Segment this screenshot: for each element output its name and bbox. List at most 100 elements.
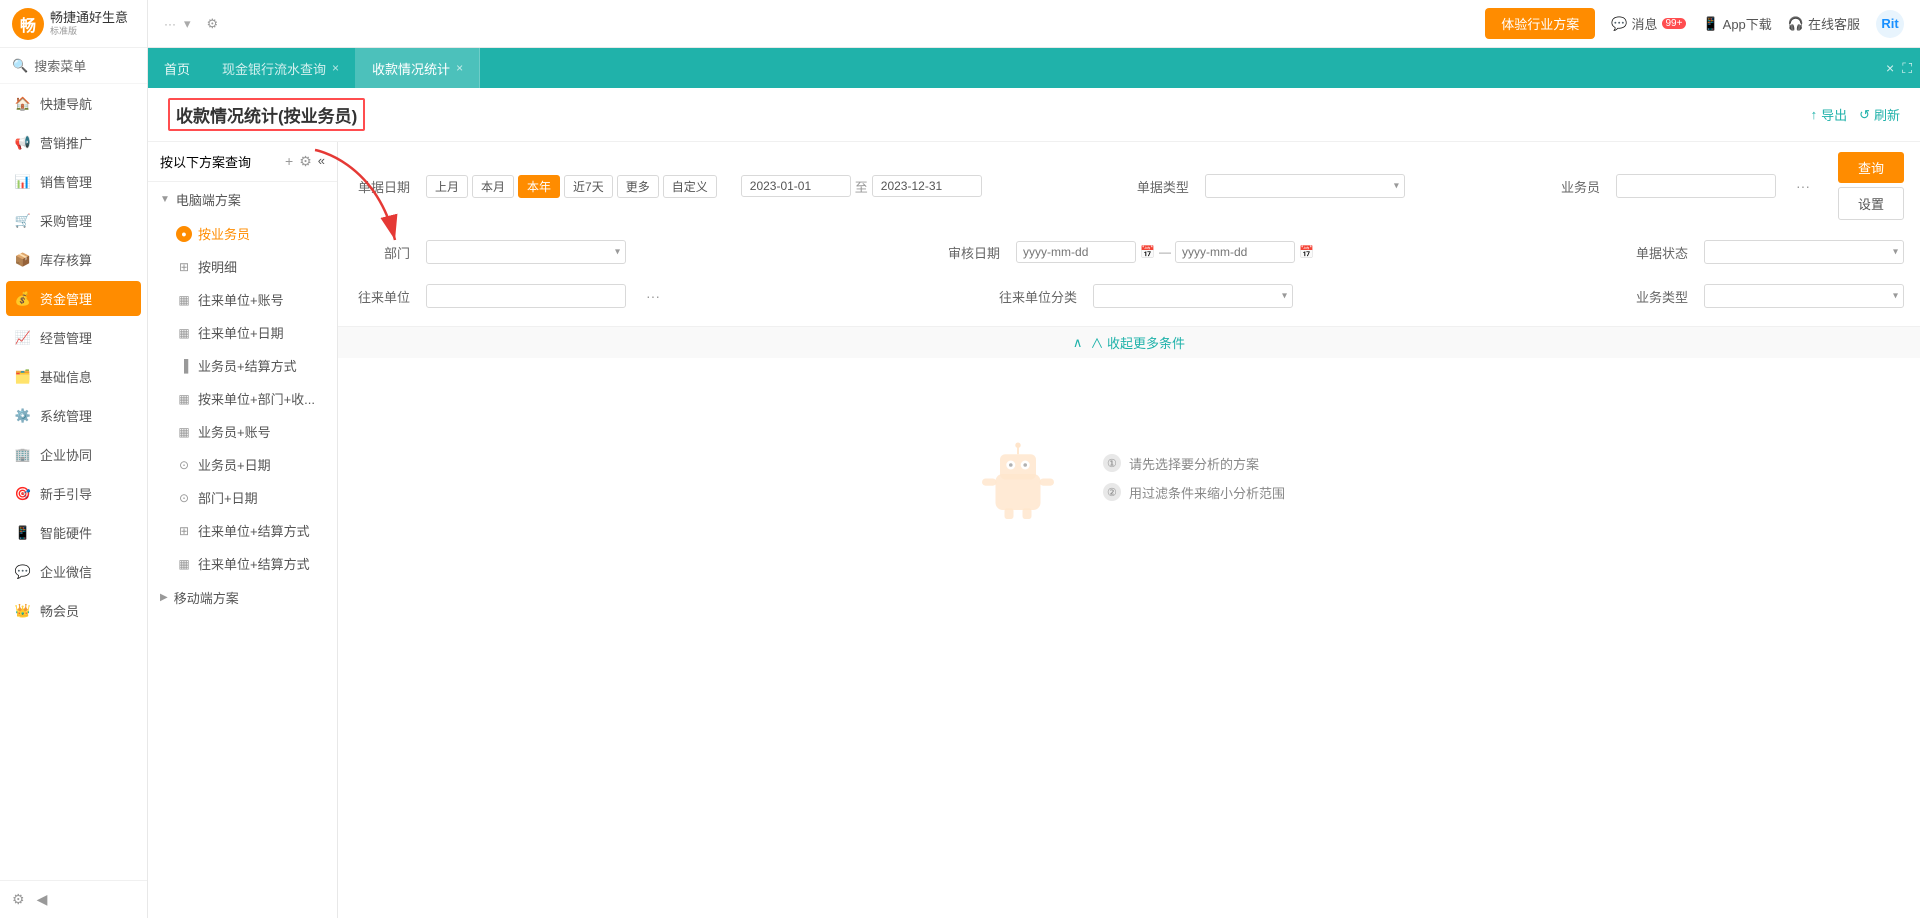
item-icon-supplier-dept: ▦: [176, 391, 192, 407]
page-actions: ↑ 导出 ↺ 刷新: [1811, 105, 1900, 124]
date-to-input[interactable]: [872, 175, 982, 197]
item-icon-salesperson-date: ⊙: [176, 457, 192, 473]
last-7-days-btn[interactable]: 近7天: [564, 175, 613, 198]
panel-title: 按以下方案查询: [160, 152, 251, 171]
sidebar-item-purchase[interactable]: 🛒 采购管理: [0, 201, 147, 240]
business-type-wrapper: [1704, 284, 1904, 308]
add-scheme-btn[interactable]: +: [285, 153, 293, 170]
sidebar-item-wechat[interactable]: 💬 企业微信: [0, 552, 147, 591]
this-year-btn[interactable]: 本年: [518, 175, 560, 198]
scheme-item-supplier-settlement2[interactable]: ▦ 往来单位+结算方式: [148, 547, 337, 580]
collapse-bar[interactable]: ∧ ∧ 收起更多条件: [338, 326, 1920, 358]
counterpart-category-select[interactable]: [1093, 284, 1293, 308]
nav-icon: ⚙️: [14, 407, 32, 425]
settings-icon[interactable]: ⚙: [12, 891, 25, 908]
scheme-item-supplier-date[interactable]: ▦ 往来单位+日期: [148, 316, 337, 349]
topbar-right: 体验行业方案 💬 消息 99+ 📱 App下载 🎧 在线客服 Rit: [1485, 8, 1904, 39]
panel-collapse-btn[interactable]: «: [318, 153, 325, 170]
scheme-item-by-detail[interactable]: ⊞ 按明细: [148, 250, 337, 283]
tab-close-bank[interactable]: ×: [332, 61, 339, 75]
sidebar-item-operation[interactable]: 📈 经营管理: [0, 318, 147, 357]
message-action[interactable]: 💬 消息 99+: [1611, 14, 1686, 33]
sidebar-item-member[interactable]: 👑 畅会员: [0, 591, 147, 630]
sidebar-item-inventory[interactable]: 📦 库存核算: [0, 240, 147, 279]
sidebar-item-guide[interactable]: 🎯 新手引导: [0, 474, 147, 513]
calendar-to-icon[interactable]: 📅: [1299, 245, 1314, 259]
nav-icon: 📈: [14, 329, 32, 347]
salesperson-more-btn[interactable]: ···: [1796, 178, 1810, 194]
mobile-group-header[interactable]: ▶ 移动端方案: [148, 580, 337, 615]
doc-status-select[interactable]: [1704, 240, 1904, 264]
counterpart-more-btn[interactable]: ···: [646, 288, 660, 304]
business-type-label: 业务类型: [1632, 287, 1688, 306]
query-btn[interactable]: 查询: [1838, 152, 1904, 183]
scheme-item-by-salesperson[interactable]: ● 按业务员: [148, 217, 337, 250]
scheme-item-by-supplier-dept[interactable]: ▦ 按来单位+部门+收...: [148, 382, 337, 415]
sidebar-search[interactable]: 🔍 搜索菜单: [0, 48, 147, 84]
sidebar-item-sales[interactable]: 📊 销售管理: [0, 162, 147, 201]
app-download-action[interactable]: 📱 App下载: [1702, 14, 1771, 33]
sidebar-item-marketing[interactable]: 📢 营销推广: [0, 123, 147, 162]
scheme-item-supplier-settlement1[interactable]: ⊞ 往来单位+结算方式: [148, 514, 337, 547]
filter-section: 单据日期 上月 本月 本年 近7天 更多 自定义 至: [338, 142, 1920, 358]
online-service-action[interactable]: 🎧 在线客服: [1788, 14, 1860, 33]
refresh-btn[interactable]: ↺ 刷新: [1859, 105, 1900, 124]
topbar-dropdown-icon[interactable]: ▾: [184, 16, 191, 32]
pc-scheme-group: ▼ 电脑端方案 ● 按业务员 ⊞ 按明细 ▦ 往来单位+账号 ▦ 往来单位: [148, 182, 337, 580]
scheme-settings-btn[interactable]: ⚙: [299, 153, 312, 170]
item-icon-supplier-date: ▦: [176, 325, 192, 341]
collapse-sidebar-icon[interactable]: ◀: [37, 891, 48, 908]
pc-group-header[interactable]: ▼ 电脑端方案: [148, 182, 337, 217]
dept-select-wrapper: [426, 240, 626, 264]
right-panel: 单据日期 上月 本月 本年 近7天 更多 自定义 至: [338, 142, 1920, 918]
doc-status-select-wrapper: [1704, 240, 1904, 264]
sidebar-item-hardware[interactable]: 📱 智能硬件: [0, 513, 147, 552]
sidebar-item-basic[interactable]: 🗂️ 基础信息: [0, 357, 147, 396]
nav-icon: 📊: [14, 173, 32, 191]
scheme-item-supplier-account[interactable]: ▦ 往来单位+账号: [148, 283, 337, 316]
mobile-scheme-group: ▶ 移动端方案: [148, 580, 337, 615]
tab-maximize-icon[interactable]: ⛶: [1902, 60, 1912, 77]
topbar-settings-icon[interactable]: ⚙: [207, 16, 219, 32]
filter-settings-btn[interactable]: 设置: [1838, 187, 1904, 220]
counterpart-input[interactable]: [426, 284, 626, 308]
sidebar-item-quick-nav[interactable]: 🏠 快捷导航: [0, 84, 147, 123]
tab-collection[interactable]: 收款情况统计 ×: [356, 48, 480, 88]
item-icon-dept-date: ⊙: [176, 490, 192, 506]
pc-group-arrow: ▼: [160, 194, 170, 205]
sidebar-item-enterprise[interactable]: 🏢 企业协同: [0, 435, 147, 474]
nav-icon: 🗂️: [14, 368, 32, 386]
dept-select[interactable]: [426, 240, 626, 264]
this-month-btn[interactable]: 本月: [472, 175, 514, 198]
scheme-item-salesperson-settlement[interactable]: ▐ 业务员+结算方式: [148, 349, 337, 382]
tab-close-collection[interactable]: ×: [456, 61, 463, 75]
salesperson-input[interactable]: [1616, 174, 1776, 198]
trial-btn[interactable]: 体验行业方案: [1485, 8, 1595, 39]
last-month-btn[interactable]: 上月: [426, 175, 468, 198]
scheme-item-salesperson-account[interactable]: ▦ 业务员+账号: [148, 415, 337, 448]
nav-icon: 📢: [14, 134, 32, 152]
scheme-item-salesperson-date[interactable]: ⊙ 业务员+日期: [148, 448, 337, 481]
review-date-from[interactable]: [1016, 241, 1136, 263]
business-type-select[interactable]: [1704, 284, 1904, 308]
custom-btn[interactable]: 自定义: [663, 175, 717, 198]
tab-close-all-icon[interactable]: ×: [1886, 60, 1894, 76]
doc-type-select[interactable]: [1205, 174, 1405, 198]
scheme-item-dept-date[interactable]: ⊙ 部门+日期: [148, 481, 337, 514]
sidebar-item-finance[interactable]: 💰 资金管理: [6, 281, 141, 316]
calendar-from-icon[interactable]: 📅: [1140, 245, 1155, 259]
tab-bank[interactable]: 现金银行流水查询 ×: [206, 48, 356, 88]
content-area: 按以下方案查询 + ⚙ « ▼ 电脑端方案 ● 按业务员 ⊞: [148, 142, 1920, 918]
message-icon: 💬: [1611, 16, 1627, 32]
review-date-to[interactable]: [1175, 241, 1295, 263]
date-from-input[interactable]: [741, 175, 851, 197]
export-btn[interactable]: ↑ 导出: [1811, 105, 1848, 124]
sidebar-item-system[interactable]: ⚙️ 系统管理: [0, 396, 147, 435]
nav-icon: 👑: [14, 602, 32, 620]
more-btn[interactable]: 更多: [617, 175, 659, 198]
tab-home[interactable]: 首页: [148, 48, 206, 88]
collapse-icon: ∧: [1073, 335, 1083, 351]
user-avatar[interactable]: Rit: [1876, 10, 1904, 38]
main-content: ··· ▾ ⚙ 体验行业方案 💬 消息 99+ 📱 App下载 🎧 在线客服 R…: [148, 0, 1920, 918]
topbar-breadcrumb: ···: [164, 17, 176, 31]
